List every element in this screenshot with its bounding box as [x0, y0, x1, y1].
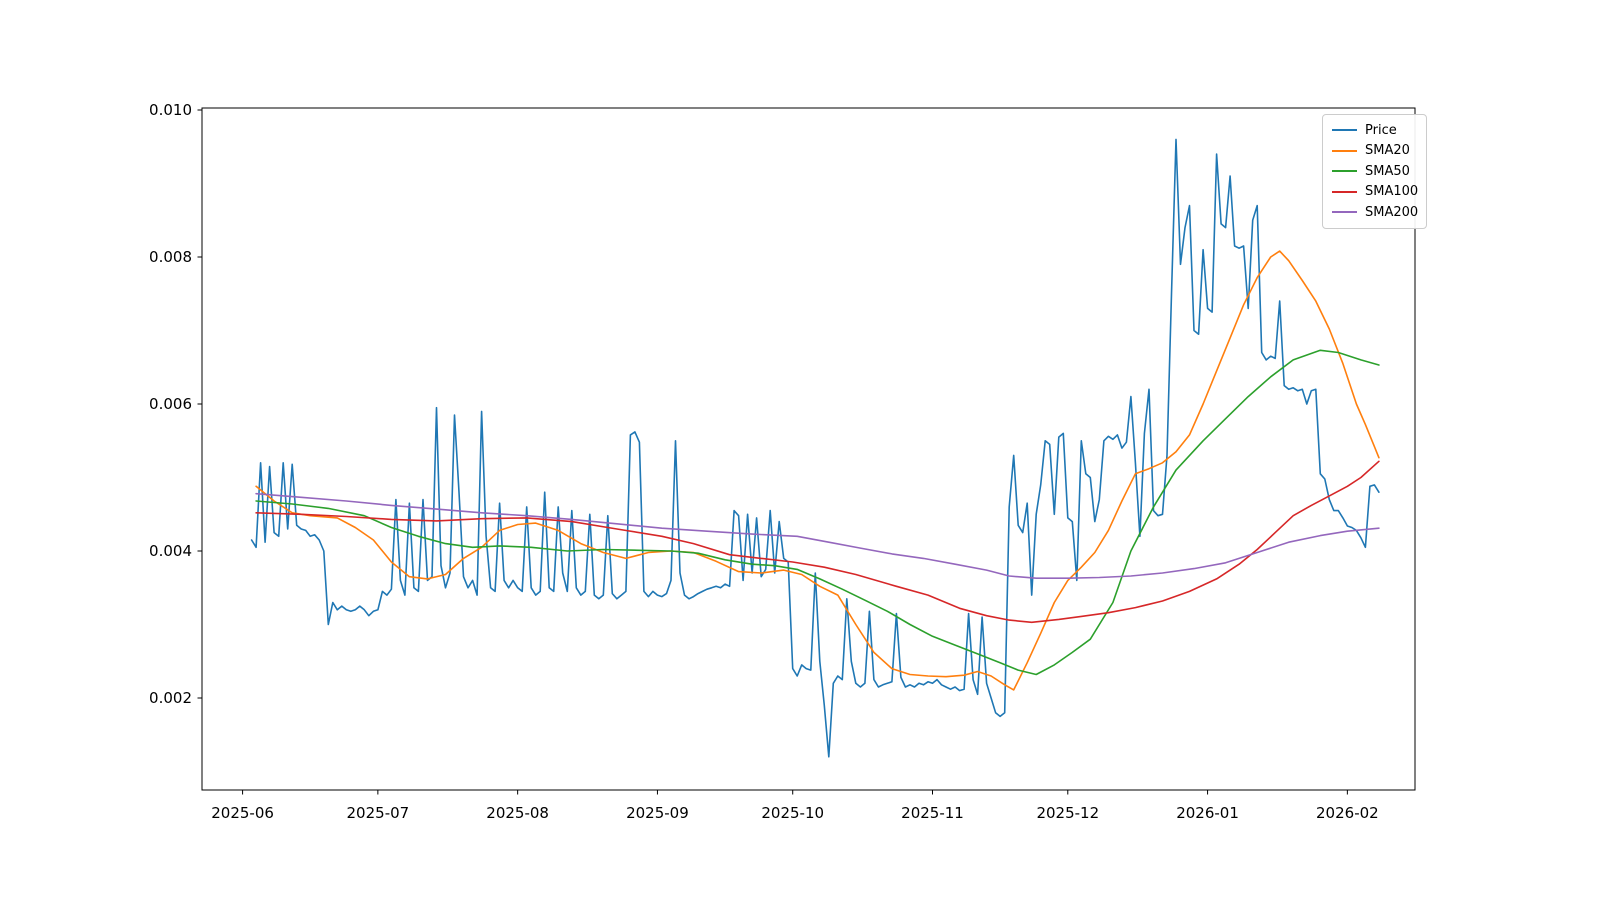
sma20-line-swatch	[1332, 149, 1357, 152]
series-line-price	[250, 138, 1380, 758]
legend-label: SMA50	[1365, 163, 1410, 179]
x-tick-label: 2026-01	[1176, 804, 1239, 822]
x-tick-label: 2025-10	[761, 804, 824, 822]
legend-entry-sma50: SMA50	[1332, 161, 1418, 182]
y-tick-label: 0.002	[149, 689, 192, 707]
legend-label: SMA200	[1365, 204, 1419, 220]
legend-entry-price: Price	[1332, 120, 1418, 141]
legend-entry-sma20: SMA20	[1332, 141, 1418, 162]
matplotlib-figure: 2025-06 2025-07 2025-08 2025-09 2025-10 2025-…	[0, 0, 1600, 900]
x-tick-label: 2026-02	[1316, 804, 1379, 822]
y-tick-label: 0.004	[149, 542, 192, 560]
legend-label: SMA100	[1365, 184, 1419, 200]
legend-label: Price	[1365, 122, 1397, 138]
y-tick-label: 0.006	[149, 395, 192, 413]
x-tick-label: 2025-11	[901, 804, 964, 822]
x-tick-label: 2025-06	[211, 804, 274, 822]
x-tick-label: 2025-08	[486, 804, 549, 822]
legend-entry-sma200: SMA200	[1332, 202, 1418, 223]
sma50-line-swatch	[1332, 170, 1357, 173]
legend-label: SMA20	[1365, 143, 1410, 159]
legend-entry-sma100: SMA100	[1332, 182, 1418, 203]
x-tick-label: 2025-07	[347, 804, 410, 822]
series-line-sma100	[255, 460, 1380, 624]
y-tick-label: 0.010	[149, 101, 192, 119]
x-tick-label: 2025-12	[1036, 804, 1099, 822]
price-line-swatch	[1332, 129, 1357, 132]
y-tick-label: 0.008	[149, 248, 192, 266]
sma100-line-swatch	[1332, 190, 1357, 193]
chart-legend: Price SMA20 SMA50 SMA100 SMA200	[1322, 114, 1428, 229]
x-tick-label: 2025-09	[626, 804, 689, 822]
sma200-line-swatch	[1332, 211, 1357, 214]
